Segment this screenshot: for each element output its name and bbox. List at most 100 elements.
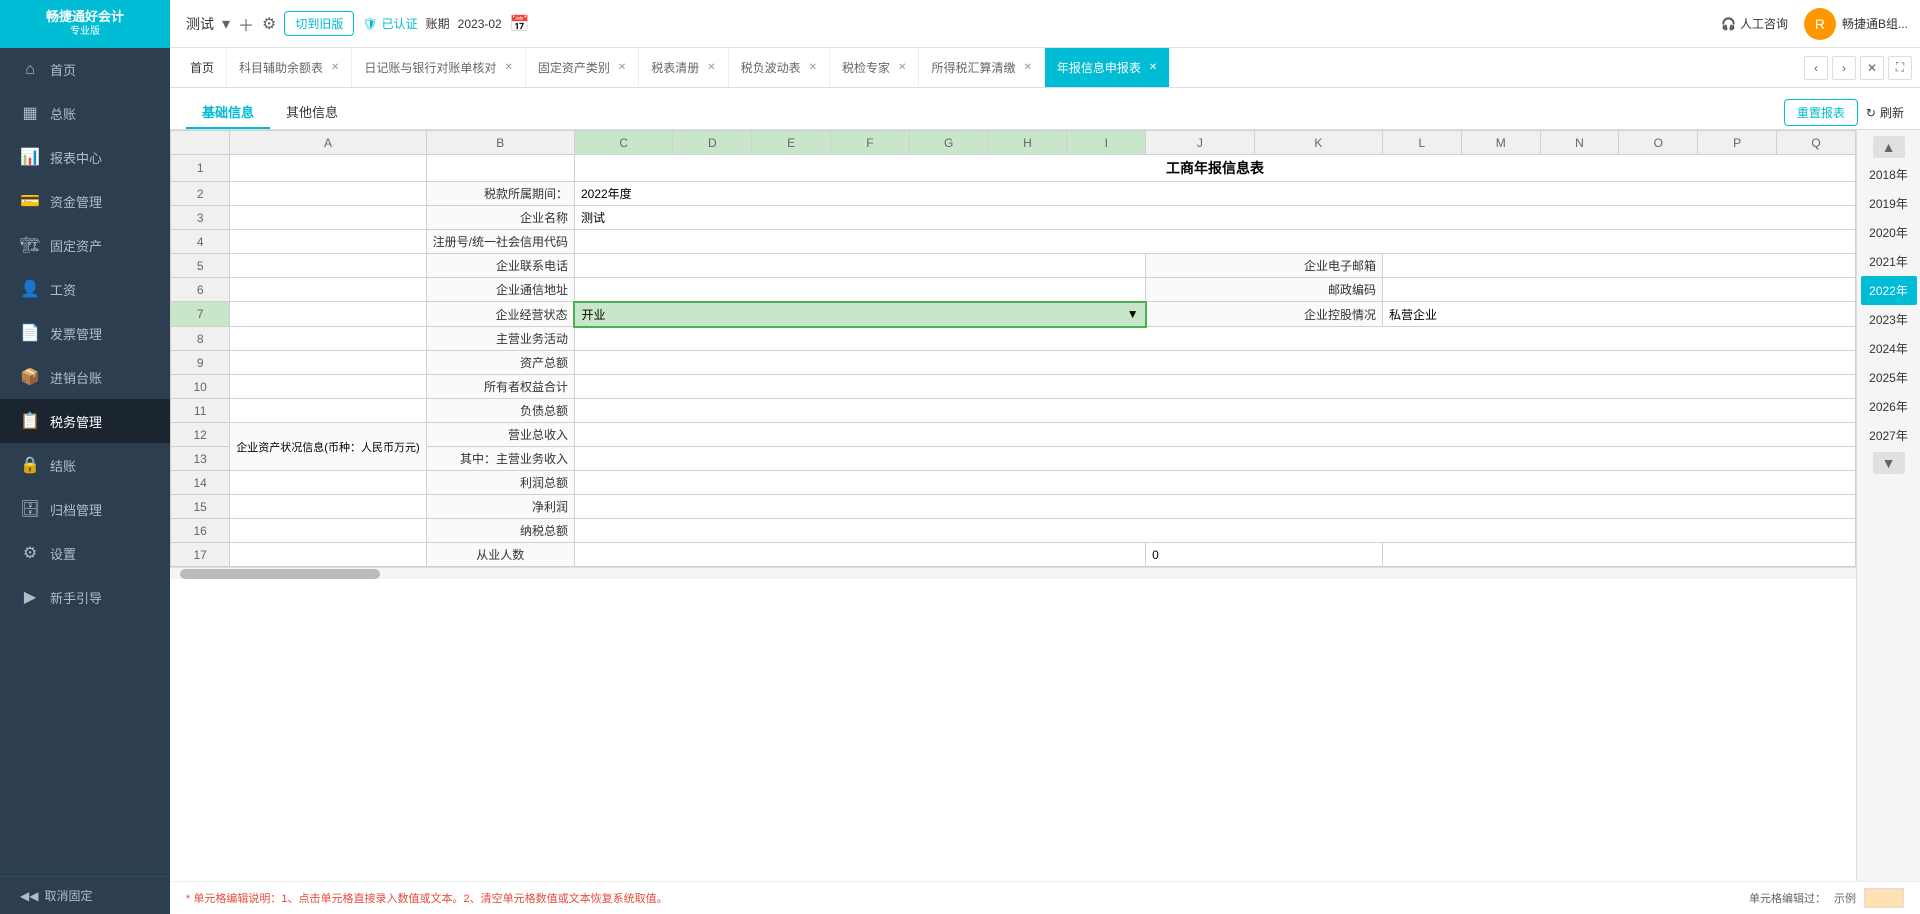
cell-14a[interactable] [230, 471, 426, 495]
add-icon[interactable]: ＋ [238, 12, 254, 36]
calendar-icon[interactable]: 📅 [510, 14, 530, 34]
cell-15c[interactable] [574, 495, 1855, 519]
year-item-2019[interactable]: 2019年 [1861, 189, 1917, 218]
tab-tax-expert[interactable]: 税检专家 ✕ [830, 48, 919, 88]
tab-aux-balance[interactable]: 科目辅助余额表 ✕ [227, 48, 352, 88]
col-header-l[interactable]: L [1383, 131, 1462, 155]
col-header-q[interactable]: Q [1777, 131, 1856, 155]
cell-14c[interactable] [574, 471, 1855, 495]
cell-4c[interactable] [574, 230, 1855, 254]
cell-11c[interactable] [574, 399, 1855, 423]
sidebar-item-inventory[interactable]: 📦 进销台账 [0, 355, 170, 399]
year-item-2021[interactable]: 2021年 [1861, 247, 1917, 276]
tab-tax-fluctuation[interactable]: 税负波动表 ✕ [729, 48, 830, 88]
cell-8a[interactable] [230, 327, 426, 351]
tab-annual-report[interactable]: 年报信息申报表 ✕ [1045, 48, 1170, 88]
scrollbar-thumb[interactable] [180, 569, 380, 579]
col-header-c[interactable]: C [574, 131, 672, 155]
cell-15a[interactable] [230, 495, 426, 519]
reset-report-button[interactable]: 重置报表 [1784, 99, 1858, 126]
tab-prev-button[interactable]: ‹ [1804, 56, 1828, 80]
col-header-d[interactable]: D [673, 131, 752, 155]
cell-3a[interactable] [230, 206, 426, 230]
cell-1a[interactable] [230, 155, 426, 182]
cell-3c[interactable]: 测试 [574, 206, 1855, 230]
refresh-button[interactable]: ↻ 刷新 [1866, 104, 1904, 121]
col-header-f[interactable]: F [831, 131, 910, 155]
tab-next-button[interactable]: › [1832, 56, 1856, 80]
tab-tax-clearance-close[interactable]: ✕ [707, 62, 715, 73]
sidebar-item-invoices[interactable]: 📄 发票管理 [0, 311, 170, 355]
col-header-b[interactable]: B [426, 131, 574, 155]
sidebar-item-funds[interactable]: 💳 资金管理 [0, 179, 170, 223]
tab-journal-bank-close[interactable]: ✕ [504, 62, 512, 73]
year-item-2023[interactable]: 2023年 [1861, 305, 1917, 334]
cell-16a[interactable] [230, 519, 426, 543]
tab-tax-expert-close[interactable]: ✕ [898, 62, 906, 73]
year-item-2027[interactable]: 2027年 [1861, 421, 1917, 450]
col-header-a[interactable]: A [230, 131, 426, 155]
cell-2a[interactable] [230, 182, 426, 206]
col-header-p[interactable]: P [1698, 131, 1777, 155]
tab-fixed-assets-type[interactable]: 固定资产类别 ✕ [526, 48, 639, 88]
cell-11a[interactable] [230, 399, 426, 423]
cell-8c[interactable] [574, 327, 1855, 351]
cell-1b[interactable] [426, 155, 574, 182]
col-header-n[interactable]: N [1540, 131, 1619, 155]
cell-13c[interactable] [574, 447, 1855, 471]
col-header-m[interactable]: M [1461, 131, 1540, 155]
year-item-2022[interactable]: 2022年 [1861, 276, 1917, 305]
cell-17c[interactable] [574, 543, 1145, 567]
tab-income-tax[interactable]: 所得税汇算清缴 ✕ [919, 48, 1044, 88]
spreadsheet-main[interactable]: A B C D E F G H I J K L [170, 130, 1856, 881]
tab-home[interactable]: 首页 [178, 48, 227, 88]
old-version-button[interactable]: 切到旧版 [284, 11, 354, 36]
sidebar-item-reports[interactable]: 📊 报表中心 [0, 135, 170, 179]
sub-tab-other[interactable]: 其他信息 [270, 96, 354, 129]
cell-17k[interactable] [1383, 543, 1856, 567]
sidebar-item-home[interactable]: ⌂ 首页 [0, 48, 170, 91]
col-header-k[interactable]: K [1254, 131, 1382, 155]
col-header-i[interactable]: I [1067, 131, 1146, 155]
cell-6a[interactable] [230, 278, 426, 302]
cell-10c[interactable] [574, 375, 1855, 399]
cell-5c[interactable] [574, 254, 1145, 278]
sidebar-item-guide[interactable]: ▶ 新手引导 [0, 575, 170, 619]
sidebar-item-assets[interactable]: 🏗 固定资产 [0, 223, 170, 267]
settings-icon[interactable]: ⚙ [262, 14, 276, 34]
consult-button[interactable]: 🎧 人工咨询 [1721, 15, 1788, 32]
horizontal-scrollbar[interactable] [170, 567, 1856, 579]
tab-aux-balance-close[interactable]: ✕ [331, 62, 339, 73]
cell-17a[interactable] [230, 543, 426, 567]
dropdown-arrow-icon[interactable]: ▼ [1127, 307, 1139, 321]
cell-9c[interactable] [574, 351, 1855, 375]
cell-2c[interactable]: 2022年度 [574, 182, 1855, 206]
dropdown-icon[interactable]: ▾ [222, 14, 230, 34]
tab-annual-report-close[interactable]: ✕ [1149, 62, 1157, 73]
cell-17j[interactable]: 0 [1146, 543, 1383, 567]
tab-journal-bank[interactable]: 日记账与银行对账单核对 ✕ [352, 48, 525, 88]
tab-fixed-assets-type-close[interactable]: ✕ [618, 62, 626, 73]
user-info[interactable]: R 畅捷通B组... [1804, 8, 1908, 40]
cell-6c[interactable] [574, 278, 1145, 302]
year-item-2018[interactable]: 2018年 [1861, 160, 1917, 189]
col-header-j[interactable]: J [1146, 131, 1255, 155]
year-item-2020[interactable]: 2020年 [1861, 218, 1917, 247]
col-header-e[interactable]: E [752, 131, 831, 155]
cell-7a[interactable] [230, 302, 426, 327]
cell-4a[interactable] [230, 230, 426, 254]
tab-tax-fluctuation-close[interactable]: ✕ [809, 62, 817, 73]
sidebar-item-ledger[interactable]: ▦ 总账 [0, 91, 170, 135]
year-item-2025[interactable]: 2025年 [1861, 363, 1917, 392]
cell-9a[interactable] [230, 351, 426, 375]
tab-tax-clearance[interactable]: 税表清册 ✕ [639, 48, 728, 88]
year-scroll-up-button[interactable]: ▲ [1873, 136, 1905, 158]
cell-7k[interactable]: 私营企业 [1383, 302, 1856, 327]
col-header-o[interactable]: O [1619, 131, 1698, 155]
cell-7c[interactable]: 开业 ▼ [574, 302, 1145, 327]
cell-5a[interactable] [230, 254, 426, 278]
sidebar-item-wages[interactable]: 👤 工资 [0, 267, 170, 311]
sidebar-item-settings[interactable]: ⚙ 设置 [0, 531, 170, 575]
tab-income-tax-close[interactable]: ✕ [1023, 62, 1031, 73]
cell-6k[interactable] [1383, 278, 1856, 302]
